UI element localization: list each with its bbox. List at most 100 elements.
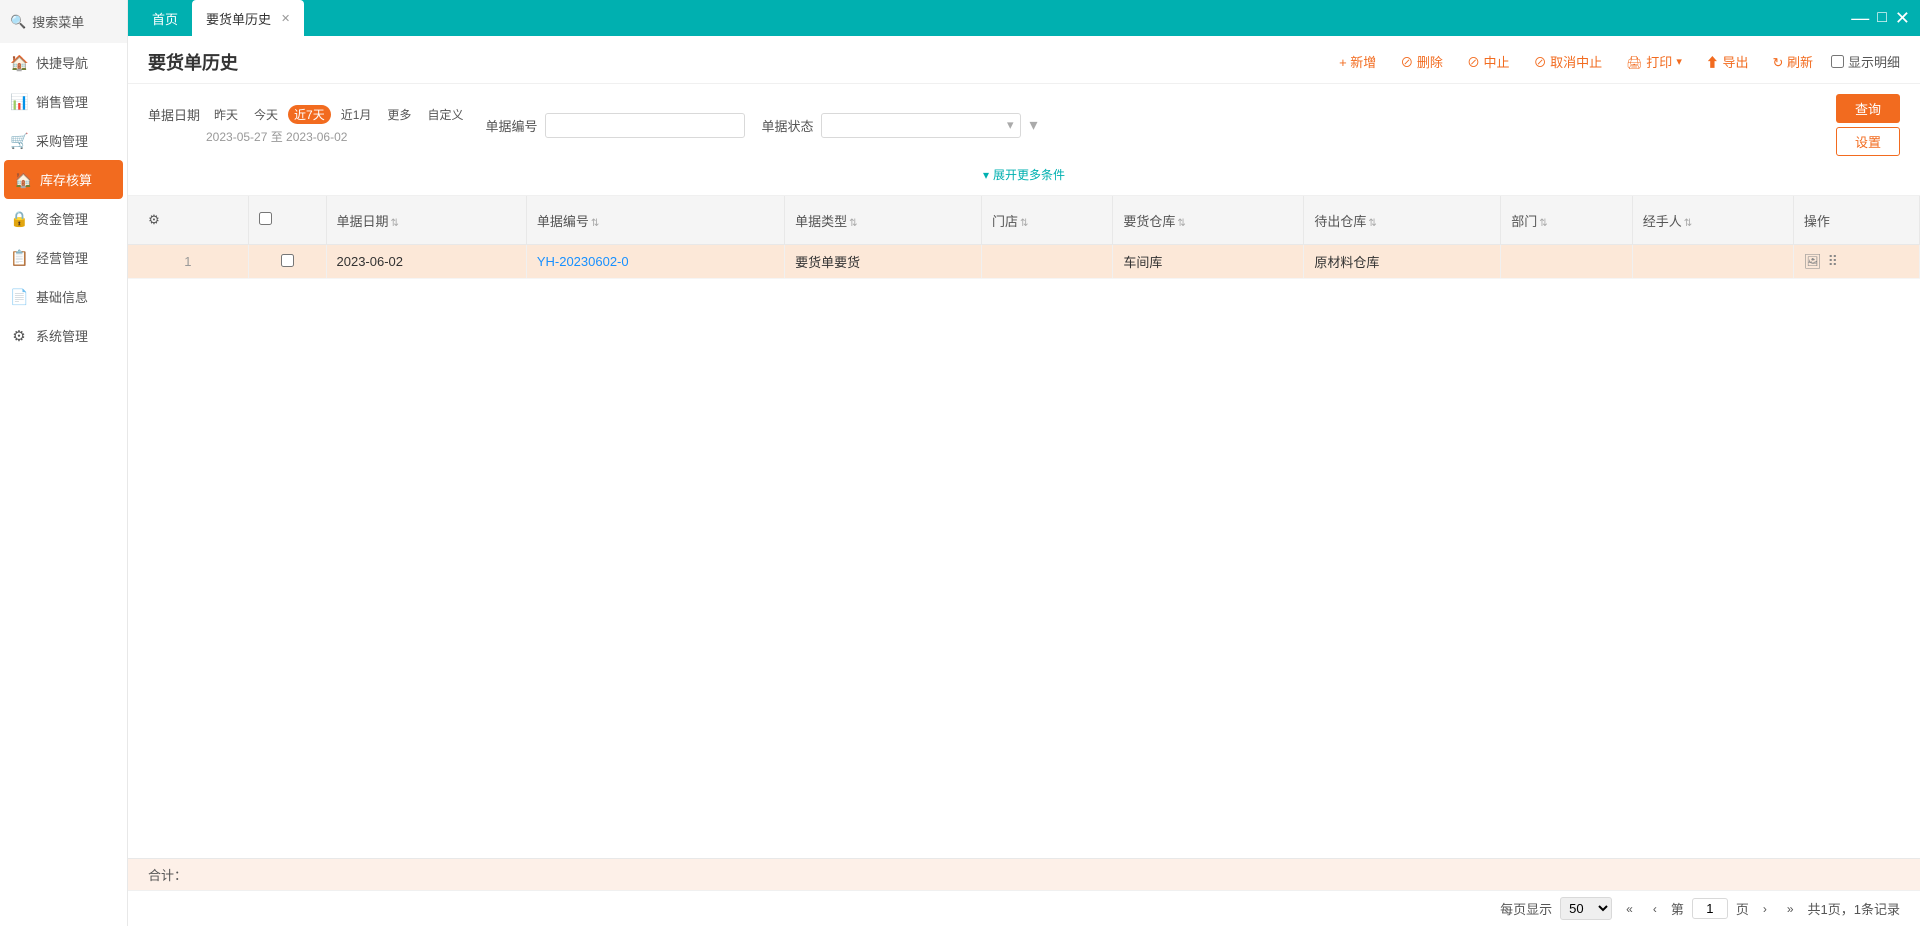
row-department xyxy=(1501,245,1632,279)
sort-icon-store[interactable]: ⇅ xyxy=(1020,218,1028,229)
sidebar-item-label: 库存核算 xyxy=(40,170,92,189)
sidebar-item-finance[interactable]: 🔒 资金管理 xyxy=(0,199,127,238)
row-pending-warehouse: 原材料仓库 xyxy=(1304,245,1501,279)
sidebar-item-inventory[interactable]: 🏠 库存核算 xyxy=(4,160,123,199)
total-info: 共1页，1条记录 xyxy=(1808,899,1900,918)
print-dropdown-icon[interactable]: ▾ xyxy=(1676,55,1682,68)
sidebar-item-operations[interactable]: 📋经营管理 xyxy=(0,238,127,277)
basic-icon: 📄 xyxy=(10,288,28,306)
sidebar-item-label: 快捷导航 xyxy=(36,53,88,72)
display-detail-check[interactable]: 显示明细 xyxy=(1831,52,1900,71)
date-filter-label: 单据日期 xyxy=(148,105,200,124)
col-header-pending_warehouse: 待出仓库⇅ xyxy=(1304,196,1501,245)
doc-no-input[interactable] xyxy=(545,113,745,138)
display-detail-label: 显示明细 xyxy=(1848,52,1900,71)
purchase-icon: 🛒 xyxy=(10,132,28,150)
sidebar-search[interactable]: 🔍 搜索菜单 xyxy=(0,0,127,43)
settings-button[interactable]: 设置 xyxy=(1836,127,1900,156)
finance-icon: 🔒 xyxy=(10,210,28,228)
status-clear-icon[interactable]: ▾ xyxy=(1029,115,1037,135)
new-button[interactable]: + 新增 xyxy=(1333,48,1382,75)
sidebar-item-quick-nav[interactable]: 🏠快捷导航 xyxy=(0,43,127,82)
display-detail-checkbox[interactable] xyxy=(1831,55,1844,68)
first-page-btn[interactable]: « xyxy=(1620,900,1639,918)
data-table: ⚙单据日期⇅单据编号⇅单据类型⇅门店⇅要货仓库⇅待出仓库⇅部门⇅经手人⇅操作 1… xyxy=(128,196,1920,279)
sidebar-item-sales[interactable]: 📊 销售管理 xyxy=(0,82,127,121)
page-title: 要货单历史 xyxy=(148,49,1333,75)
tab-home[interactable]: 首页 xyxy=(138,0,192,36)
col-header-handler: 经手人⇅ xyxy=(1632,196,1793,245)
row-ops: 🖼⠿ xyxy=(1793,245,1919,279)
view-icon[interactable]: 🖼 xyxy=(1804,253,1822,270)
date-shortcuts: 昨天今天近7天近1月更多自定义 xyxy=(208,105,469,124)
sidebar-item-label: 系统管理 xyxy=(36,326,88,345)
total-label: 合计： xyxy=(148,868,187,883)
sidebar-item-basic[interactable]: 📄基础信息 xyxy=(0,277,127,316)
sidebar-item-label: 销售管理 xyxy=(36,92,88,111)
inventory-icon: 🏠 xyxy=(14,171,32,189)
col-header-store: 门店⇅ xyxy=(981,196,1112,245)
stop-button[interactable]: ⊘ 中止 xyxy=(1461,48,1516,75)
col-header-date: 单据日期⇅ xyxy=(326,196,526,245)
col-header-checkbox xyxy=(248,196,326,245)
date-shortcut-昨天[interactable]: 昨天 xyxy=(208,105,244,124)
sort-icon-handler[interactable]: ⇅ xyxy=(1684,218,1692,229)
minimize-icon[interactable]: — xyxy=(1851,8,1869,29)
sort-icon-department[interactable]: ⇅ xyxy=(1539,218,1547,229)
toolbar: + 新增 ⊘ 删除 ⊘ 中止 ⊘ 取消中止 🖨 打印 ▾ ⬆ 导出 ↻ 刷新 显… xyxy=(1333,48,1900,75)
tab-close-icon[interactable]: ✕ xyxy=(281,12,290,25)
col-header-operations: 操作 xyxy=(1793,196,1919,245)
status-select[interactable] xyxy=(821,113,1021,138)
more-icon[interactable]: ⠿ xyxy=(1828,253,1838,270)
page-label: 第 xyxy=(1671,899,1684,918)
last-page-btn[interactable]: » xyxy=(1781,900,1800,918)
select-all-checkbox[interactable] xyxy=(259,212,272,225)
main-area: 首页 要货单历史✕ — □ ✕ 要货单历史 + 新增 ⊘ 删除 ⊘ 中止 ⊘ 取… xyxy=(128,0,1920,926)
date-shortcut-近1月[interactable]: 近1月 xyxy=(335,105,378,124)
export-button[interactable]: ⬆ 导出 xyxy=(1700,48,1755,75)
page-input[interactable] xyxy=(1692,898,1728,919)
sort-icon-doc_type[interactable]: ⇅ xyxy=(849,218,857,229)
query-button[interactable]: 查询 xyxy=(1836,94,1900,123)
expand-more-btn[interactable]: ▾ 展开更多条件 xyxy=(148,164,1900,185)
date-shortcut-近7天[interactable]: 近7天 xyxy=(288,105,331,124)
table-settings-icon[interactable]: ⚙ xyxy=(138,204,170,236)
expand-label: 展开更多条件 xyxy=(993,166,1065,183)
maximize-icon[interactable]: □ xyxy=(1877,9,1887,27)
sort-icon-req_warehouse[interactable]: ⇅ xyxy=(1177,218,1185,229)
filter-area: 单据日期 昨天今天近7天近1月更多自定义 2023-05-27 至 2023-0… xyxy=(128,84,1920,196)
sort-icon-pending_warehouse[interactable]: ⇅ xyxy=(1368,218,1376,229)
date-shortcut-今天[interactable]: 今天 xyxy=(248,105,284,124)
date-shortcut-自定义[interactable]: 自定义 xyxy=(421,105,469,124)
sales-icon: 📊 xyxy=(10,93,28,111)
prev-page-btn[interactable]: ‹ xyxy=(1647,900,1663,918)
col-header-settings: ⚙ xyxy=(128,196,248,245)
home-tab-label: 首页 xyxy=(152,9,178,28)
sort-icon-doc_no[interactable]: ⇅ xyxy=(591,218,599,229)
pagination-bar: 每页显示 102050100 « ‹ 第 页 › » 共1页，1条记录 xyxy=(128,890,1920,926)
date-shortcut-更多[interactable]: 更多 xyxy=(381,105,417,124)
sidebar-item-label: 资金管理 xyxy=(36,209,88,228)
filter-row-1: 单据日期 昨天今天近7天近1月更多自定义 2023-05-27 至 2023-0… xyxy=(148,94,1900,156)
topbar: 首页 要货单历史✕ — □ ✕ xyxy=(128,0,1920,36)
sidebar-item-system[interactable]: ⚙系统管理 xyxy=(0,316,127,355)
search-icon: 🔍 xyxy=(10,14,26,30)
print-button[interactable]: 🖨 打印 ▾ xyxy=(1620,48,1688,75)
page-suffix: 页 xyxy=(1736,899,1749,918)
row-store xyxy=(981,245,1112,279)
col-header-doc_type: 单据类型⇅ xyxy=(785,196,982,245)
tab-requisition-history[interactable]: 要货单历史✕ xyxy=(192,0,304,36)
refresh-button[interactable]: ↻ 刷新 xyxy=(1766,48,1819,75)
sort-icon-date[interactable]: ⇅ xyxy=(391,218,399,229)
sidebar-item-purchase[interactable]: 🛒采购管理 xyxy=(0,121,127,160)
per-page-select[interactable]: 102050100 xyxy=(1560,897,1612,920)
content: 要货单历史 + 新增 ⊘ 删除 ⊘ 中止 ⊘ 取消中止 🖨 打印 ▾ ⬆ 导出 … xyxy=(128,36,1920,926)
row-checkbox[interactable] xyxy=(281,254,294,267)
close-icon[interactable]: ✕ xyxy=(1895,8,1910,29)
sidebar: 🔍 搜索菜单 🏠快捷导航 📊 销售管理 🛒采购管理 🏠 库存核算 🔒 资金管理 📋经营管理📄基础… xyxy=(0,0,128,926)
next-page-btn[interactable]: › xyxy=(1757,900,1773,918)
cancel-stop-button[interactable]: ⊘ 取消中止 xyxy=(1528,48,1609,75)
page-header: 要货单历史 + 新增 ⊘ 删除 ⊘ 中止 ⊘ 取消中止 🖨 打印 ▾ ⬆ 导出 … xyxy=(128,36,1920,84)
doc-no-link[interactable]: YH-20230602-0 xyxy=(537,254,629,269)
delete-button[interactable]: ⊘ 删除 xyxy=(1394,48,1449,75)
